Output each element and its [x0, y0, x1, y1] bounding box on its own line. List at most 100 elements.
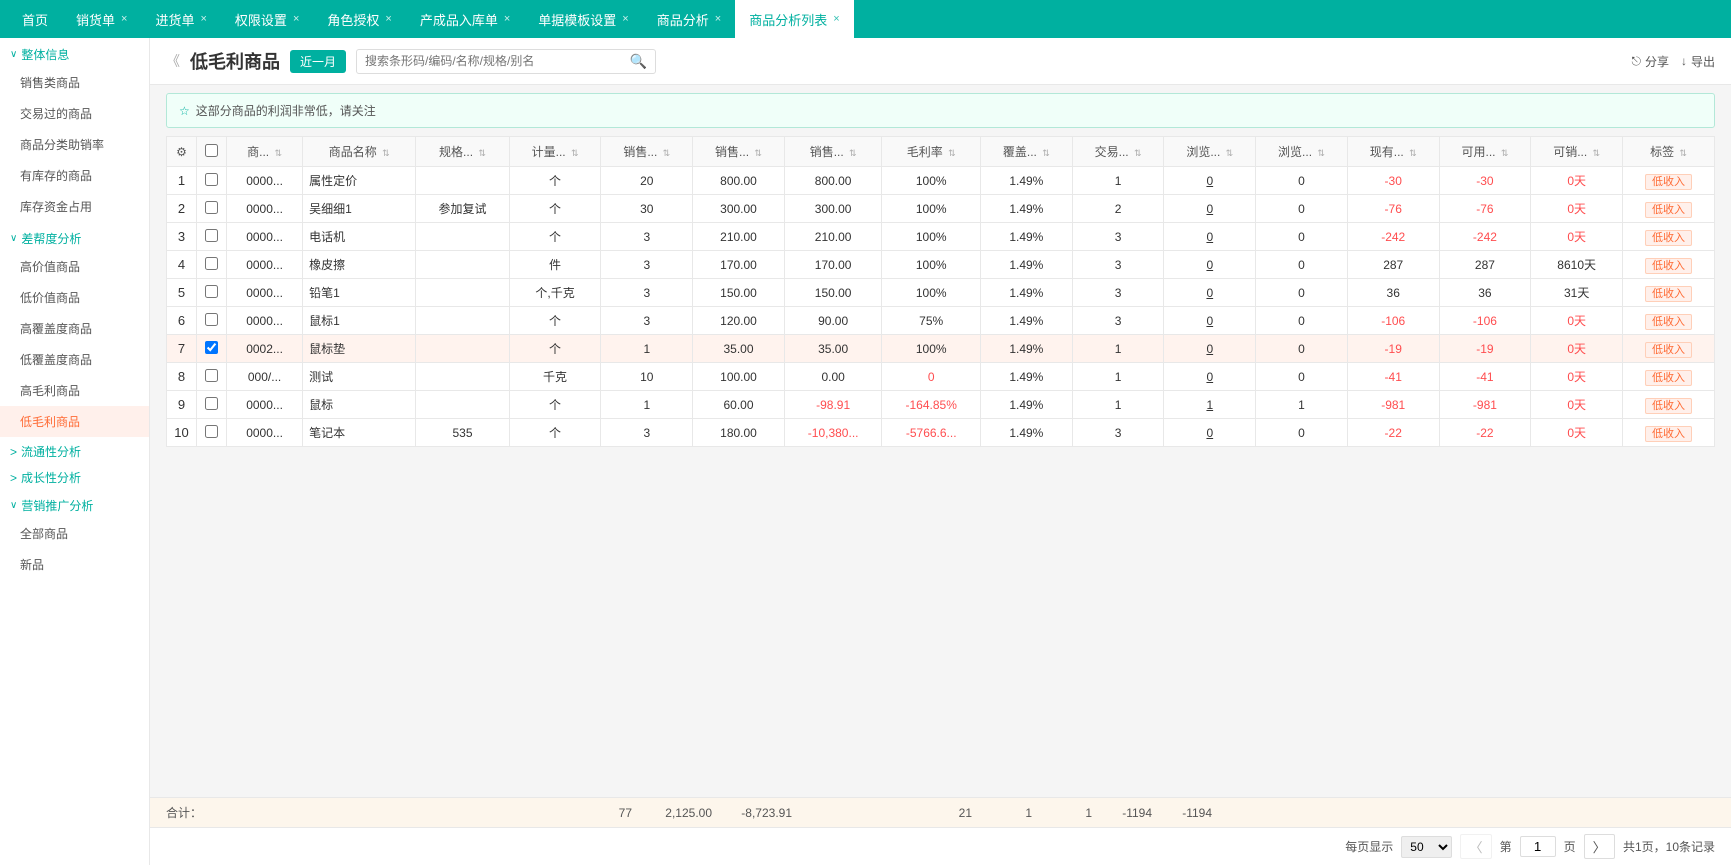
sidebar-group-circulation[interactable]: > 流通性分析: [0, 437, 149, 463]
row-settings-icon[interactable]: 9: [167, 391, 197, 419]
row-checkbox[interactable]: [197, 279, 227, 307]
row-settings-icon[interactable]: 6: [167, 307, 197, 335]
col-sales-qty[interactable]: 销售... ⇅: [601, 137, 693, 167]
row-browse1[interactable]: 0: [1164, 167, 1256, 195]
nav-close-icon[interactable]: ×: [200, 13, 206, 25]
row-browse1[interactable]: 0: [1164, 195, 1256, 223]
row-sales-amount: 800.00: [784, 167, 882, 195]
col-code[interactable]: 商... ⇅: [227, 137, 303, 167]
col-spec[interactable]: 规格... ⇅: [416, 137, 509, 167]
row-settings-icon[interactable]: 4: [167, 251, 197, 279]
sidebar-group-marketing[interactable]: ∨ 营销推广分析: [0, 489, 149, 518]
nav-sales-order[interactable]: 销货单 ×: [62, 0, 141, 38]
col-sellable[interactable]: 可销... ⇅: [1531, 137, 1623, 167]
sidebar-group-growth[interactable]: > 成长性分析: [0, 463, 149, 489]
sidebar-item-high-coverage[interactable]: 高覆盖度商品: [0, 313, 149, 344]
prev-page-button[interactable]: 〈: [1460, 834, 1491, 859]
row-checkbox[interactable]: [197, 251, 227, 279]
row-browse1[interactable]: 0: [1164, 279, 1256, 307]
nav-close-icon[interactable]: ×: [504, 13, 510, 25]
col-sales-amount[interactable]: 销售... ⇅: [784, 137, 882, 167]
nav-close-icon[interactable]: ×: [622, 13, 628, 25]
sidebar-item-in-stock[interactable]: 有库存的商品: [0, 160, 149, 191]
nav-close-icon[interactable]: ×: [833, 13, 839, 25]
col-sales-price[interactable]: 销售... ⇅: [693, 137, 785, 167]
sidebar-item-traded-goods[interactable]: 交易过的商品: [0, 98, 149, 129]
nav-template-settings[interactable]: 单据模板设置 ×: [524, 0, 642, 38]
page-number-input[interactable]: [1520, 836, 1556, 857]
row-sales-qty: 3: [601, 307, 693, 335]
col-name[interactable]: 商品名称 ⇅: [303, 137, 416, 167]
sidebar-group-overall[interactable]: ∨ 整体信息: [0, 38, 149, 67]
search-icon[interactable]: 🔍: [630, 53, 647, 70]
sidebar-group-richness[interactable]: ∨ 差帮度分析: [0, 222, 149, 251]
data-table-wrapper: ⚙ 商... ⇅ 商品名称 ⇅ 规格... ⇅ 计量... ⇅ 销售... ⇅ …: [150, 136, 1731, 797]
row-settings-icon[interactable]: 1: [167, 167, 197, 195]
sidebar-item-sales-goods[interactable]: 销售类商品: [0, 67, 149, 98]
row-browse1[interactable]: 0: [1164, 251, 1256, 279]
row-browse1[interactable]: 1: [1164, 391, 1256, 419]
col-gross-rate[interactable]: 毛利率 ⇅: [882, 137, 981, 167]
export-button[interactable]: ↓ 导出: [1681, 53, 1715, 70]
col-available[interactable]: 可用... ⇅: [1439, 137, 1531, 167]
row-checkbox[interactable]: [197, 363, 227, 391]
next-page-button[interactable]: 〉: [1584, 834, 1615, 859]
nav-close-icon[interactable]: ×: [715, 13, 721, 25]
sidebar-item-new-goods[interactable]: 新品: [0, 549, 149, 580]
row-current-stock: -76: [1347, 195, 1439, 223]
search-input[interactable]: [365, 54, 630, 68]
col-coverage[interactable]: 覆盖... ⇅: [980, 137, 1072, 167]
col-tag[interactable]: 标签 ⇅: [1623, 137, 1715, 167]
row-browse1[interactable]: 0: [1164, 307, 1256, 335]
row-settings-icon[interactable]: 8: [167, 363, 197, 391]
col-unit[interactable]: 计量... ⇅: [509, 137, 601, 167]
col-transaction[interactable]: 交易... ⇅: [1072, 137, 1164, 167]
row-browse1[interactable]: 0: [1164, 363, 1256, 391]
col-browse2[interactable]: 浏览... ⇅: [1256, 137, 1348, 167]
row-checkbox[interactable]: [197, 307, 227, 335]
row-settings-icon[interactable]: 10: [167, 419, 197, 447]
nav-close-icon[interactable]: ×: [293, 13, 299, 25]
sidebar-item-low-value[interactable]: 低价值商品: [0, 282, 149, 313]
row-browse1[interactable]: 0: [1164, 335, 1256, 363]
row-sales-amount: 150.00: [784, 279, 882, 307]
nav-role-auth[interactable]: 角色授权 ×: [313, 0, 405, 38]
nav-home[interactable]: 首页: [8, 0, 62, 38]
row-browse1[interactable]: 0: [1164, 419, 1256, 447]
row-browse1[interactable]: 0: [1164, 223, 1256, 251]
date-filter-button[interactable]: 近一月: [290, 50, 346, 73]
row-settings-icon[interactable]: 7: [167, 335, 197, 363]
sidebar-item-all-goods[interactable]: 全部商品: [0, 518, 149, 549]
col-browse1[interactable]: 浏览... ⇅: [1164, 137, 1256, 167]
row-settings-icon[interactable]: 2: [167, 195, 197, 223]
sidebar-item-low-margin[interactable]: 低毛利商品: [0, 406, 149, 437]
col-settings[interactable]: ⚙: [167, 137, 197, 167]
row-sales-qty: 20: [601, 167, 693, 195]
sidebar-item-high-margin[interactable]: 高毛利商品: [0, 375, 149, 406]
sidebar-item-low-coverage[interactable]: 低覆盖度商品: [0, 344, 149, 375]
sidebar-item-high-value[interactable]: 高价值商品: [0, 251, 149, 282]
select-all-checkbox[interactable]: [205, 144, 218, 157]
nav-product-analysis-list[interactable]: 商品分析列表 ×: [735, 0, 853, 38]
share-button[interactable]: ⎋ 分享: [1631, 53, 1669, 70]
row-checkbox[interactable]: [197, 167, 227, 195]
nav-close-icon[interactable]: ×: [385, 13, 391, 25]
nav-product-analysis[interactable]: 商品分析 ×: [643, 0, 735, 38]
row-checkbox[interactable]: [197, 195, 227, 223]
nav-product-inbound[interactable]: 产成品入库单 ×: [406, 0, 524, 38]
row-settings-icon[interactable]: 5: [167, 279, 197, 307]
per-page-select[interactable]: 50 100 200: [1401, 836, 1452, 858]
col-current-stock[interactable]: 现有... ⇅: [1347, 137, 1439, 167]
nav-close-icon[interactable]: ×: [121, 13, 127, 25]
row-settings-icon[interactable]: 3: [167, 223, 197, 251]
row-checkbox[interactable]: [197, 391, 227, 419]
row-checkbox[interactable]: [197, 223, 227, 251]
collapse-sidebar-button[interactable]: 《: [166, 51, 180, 71]
sidebar-item-capital[interactable]: 库存资金占用: [0, 191, 149, 222]
row-unit: 个: [509, 223, 601, 251]
nav-permissions[interactable]: 权限设置 ×: [221, 0, 313, 38]
row-checkbox[interactable]: [197, 419, 227, 447]
sidebar-item-category-rate[interactable]: 商品分类助销率: [0, 129, 149, 160]
row-checkbox[interactable]: [197, 335, 227, 363]
nav-purchase-order[interactable]: 进货单 ×: [141, 0, 220, 38]
